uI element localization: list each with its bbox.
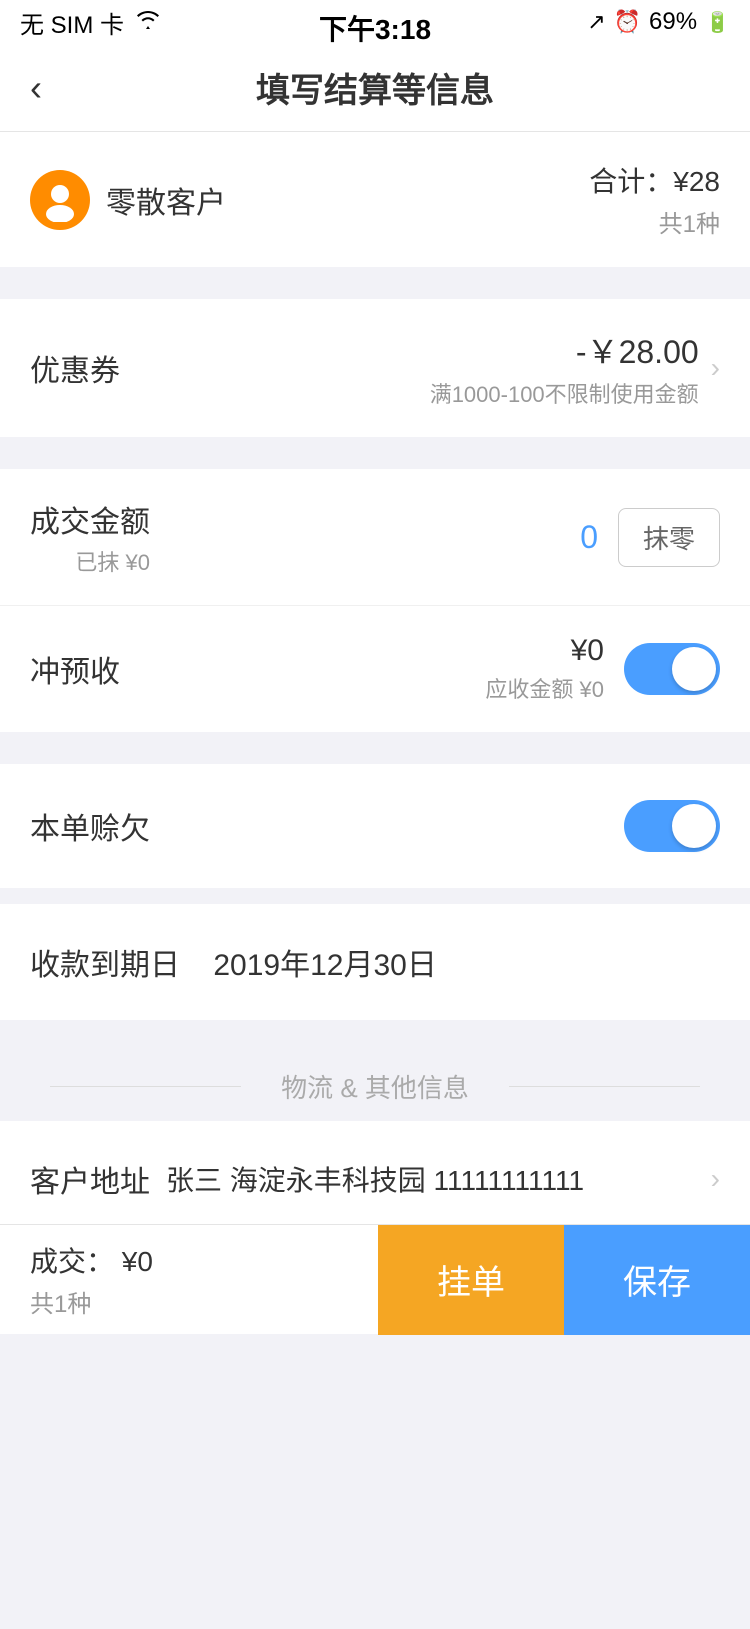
- transaction-value: 0: [580, 519, 598, 556]
- due-date-section: 收款到期日 2019年12月30日: [0, 904, 750, 1020]
- coupon-section[interactable]: 优惠券 -￥28.00 满1000-100不限制使用金额 ›: [0, 299, 750, 437]
- save-label: 保存: [623, 1255, 691, 1304]
- status-bar: 无 SIM 卡 下午3:18 ↗ ⏰ 69% 🔋: [0, 0, 750, 44]
- coupon-info: -￥28.00 满1000-100不限制使用金额: [430, 327, 699, 409]
- customer-left: 零散客户: [30, 170, 226, 230]
- debt-label: 本单赊欠: [30, 804, 150, 848]
- total-price: 合计：¥28: [589, 160, 720, 200]
- status-time: 下午3:18: [319, 8, 431, 48]
- gap15: [0, 1413, 750, 1429]
- coupon-desc: 满1000-100不限制使用金额: [430, 377, 699, 409]
- coupon-right[interactable]: -￥28.00 满1000-100不限制使用金额 ›: [430, 327, 720, 409]
- alarm-icon: ⏰: [614, 9, 641, 35]
- prepay-amount: ¥0 应收金额 ¥0: [485, 634, 604, 704]
- content: 零散客户 合计：¥28 共1种 优惠券 -￥28.00 满1000-100不限制…: [0, 132, 750, 1629]
- coupon-row[interactable]: 优惠券 -￥28.00 满1000-100不限制使用金额 ›: [30, 299, 720, 437]
- gap3: [0, 748, 750, 764]
- coupon-chevron-icon: ›: [711, 352, 720, 384]
- due-date-label: 收款到期日: [30, 949, 180, 982]
- gap1: [0, 283, 750, 299]
- transaction-right: 0 抹零: [580, 508, 720, 567]
- gap13: [0, 1381, 750, 1397]
- bottom-count: 共1种: [30, 1284, 348, 1319]
- gap18: [0, 1461, 750, 1477]
- wifi-icon: [134, 8, 162, 37]
- pending-label: 挂单: [437, 1255, 505, 1304]
- avatar: [30, 170, 90, 230]
- bottom-deal-label: 成交：: [30, 1246, 114, 1277]
- gap20: [0, 1493, 750, 1509]
- prepay-toggle[interactable]: [624, 643, 720, 695]
- address-chevron-icon: ›: [711, 1163, 720, 1195]
- gap14: [0, 1397, 750, 1413]
- address-section: 客户地址 张三 海淀永丰科技园 11111111111 ›: [0, 1121, 750, 1237]
- due-date-text: 收款到期日 2019年12月30日: [30, 949, 437, 982]
- back-button[interactable]: ‹: [30, 67, 42, 109]
- address-value: 张三 海淀永丰科技园 11111111111: [166, 1159, 695, 1199]
- debt-toggle-knob: [672, 804, 716, 848]
- gap4: [0, 1036, 750, 1052]
- status-left: 无 SIM 卡: [20, 5, 162, 40]
- divider-line-left: [50, 1086, 241, 1087]
- due-date-value: 2019年12月30日: [213, 949, 436, 982]
- battery-text: 69%: [649, 8, 697, 36]
- prepay-row: 冲预收 ¥0 应收金额 ¥0: [0, 606, 750, 732]
- gap19: [0, 1477, 750, 1493]
- gap17: [0, 1445, 750, 1461]
- transaction-row: 成交金额 已抹 ¥0 0 抹零: [0, 469, 750, 606]
- customer-row: 零散客户 合计：¥28 共1种: [0, 132, 750, 267]
- gap11: [0, 1349, 750, 1365]
- bottom-summary: 成交： ¥0 共1种: [0, 1240, 378, 1319]
- customer-right: 合计：¥28 共1种: [589, 160, 720, 239]
- address-row[interactable]: 客户地址 张三 海淀永丰科技园 11111111111 ›: [30, 1121, 720, 1237]
- prepay-sub: 应收金额 ¥0: [485, 672, 604, 704]
- address-label: 客户地址: [30, 1157, 150, 1201]
- save-button[interactable]: 保存: [564, 1225, 750, 1335]
- coupon-label: 优惠券: [30, 346, 120, 390]
- bottom-deal-text: 成交： ¥0: [30, 1240, 348, 1280]
- customer-section: 零散客户 合计：¥28 共1种: [0, 132, 750, 267]
- battery-icon: 🔋: [705, 10, 730, 35]
- transaction-label: 成交金额: [30, 497, 150, 541]
- round-zero-button[interactable]: 抹零: [618, 508, 720, 567]
- transaction-sub: 已抹 ¥0: [30, 545, 150, 577]
- bottom-bar: 成交： ¥0 共1种 挂单 保存: [0, 1224, 750, 1334]
- pending-button[interactable]: 挂单: [378, 1225, 564, 1335]
- location-icon: ↗: [587, 9, 605, 35]
- prepay-toggle-knob: [672, 647, 716, 691]
- date-row: 收款到期日 2019年12月30日: [0, 904, 750, 1020]
- carrier-text: 无 SIM 卡: [20, 5, 124, 40]
- gap2: [0, 453, 750, 469]
- middle-section: 成交金额 已抹 ¥0 0 抹零 冲预收 ¥0 应收金额 ¥0: [0, 469, 750, 732]
- transaction-col: 成交金额 已抹 ¥0: [30, 497, 150, 577]
- gap16: [0, 1429, 750, 1445]
- total-count: 共1种: [589, 204, 720, 239]
- debt-row: 本单赊欠: [30, 764, 720, 888]
- prepay-right: ¥0 应收金额 ¥0: [485, 634, 720, 704]
- logistics-divider: 物流 & 其他信息: [0, 1052, 750, 1121]
- customer-name: 零散客户: [106, 178, 226, 222]
- prepay-value: ¥0: [485, 634, 604, 668]
- bottom-deal-value: ¥0: [122, 1246, 153, 1277]
- gap12: [0, 1365, 750, 1381]
- page-title: 填写结算等信息: [256, 63, 494, 112]
- debt-section: 本单赊欠: [0, 764, 750, 888]
- gap10: [0, 1333, 750, 1349]
- status-right: ↗ ⏰ 69% 🔋: [587, 8, 730, 36]
- debt-toggle[interactable]: [624, 800, 720, 852]
- coupon-discount: -￥28.00: [430, 327, 699, 373]
- logistics-label: 物流 & 其他信息: [261, 1068, 489, 1105]
- prepay-label: 冲预收: [30, 647, 120, 691]
- nav-bar: ‹ 填写结算等信息: [0, 44, 750, 132]
- divider-line-right: [509, 1086, 700, 1087]
